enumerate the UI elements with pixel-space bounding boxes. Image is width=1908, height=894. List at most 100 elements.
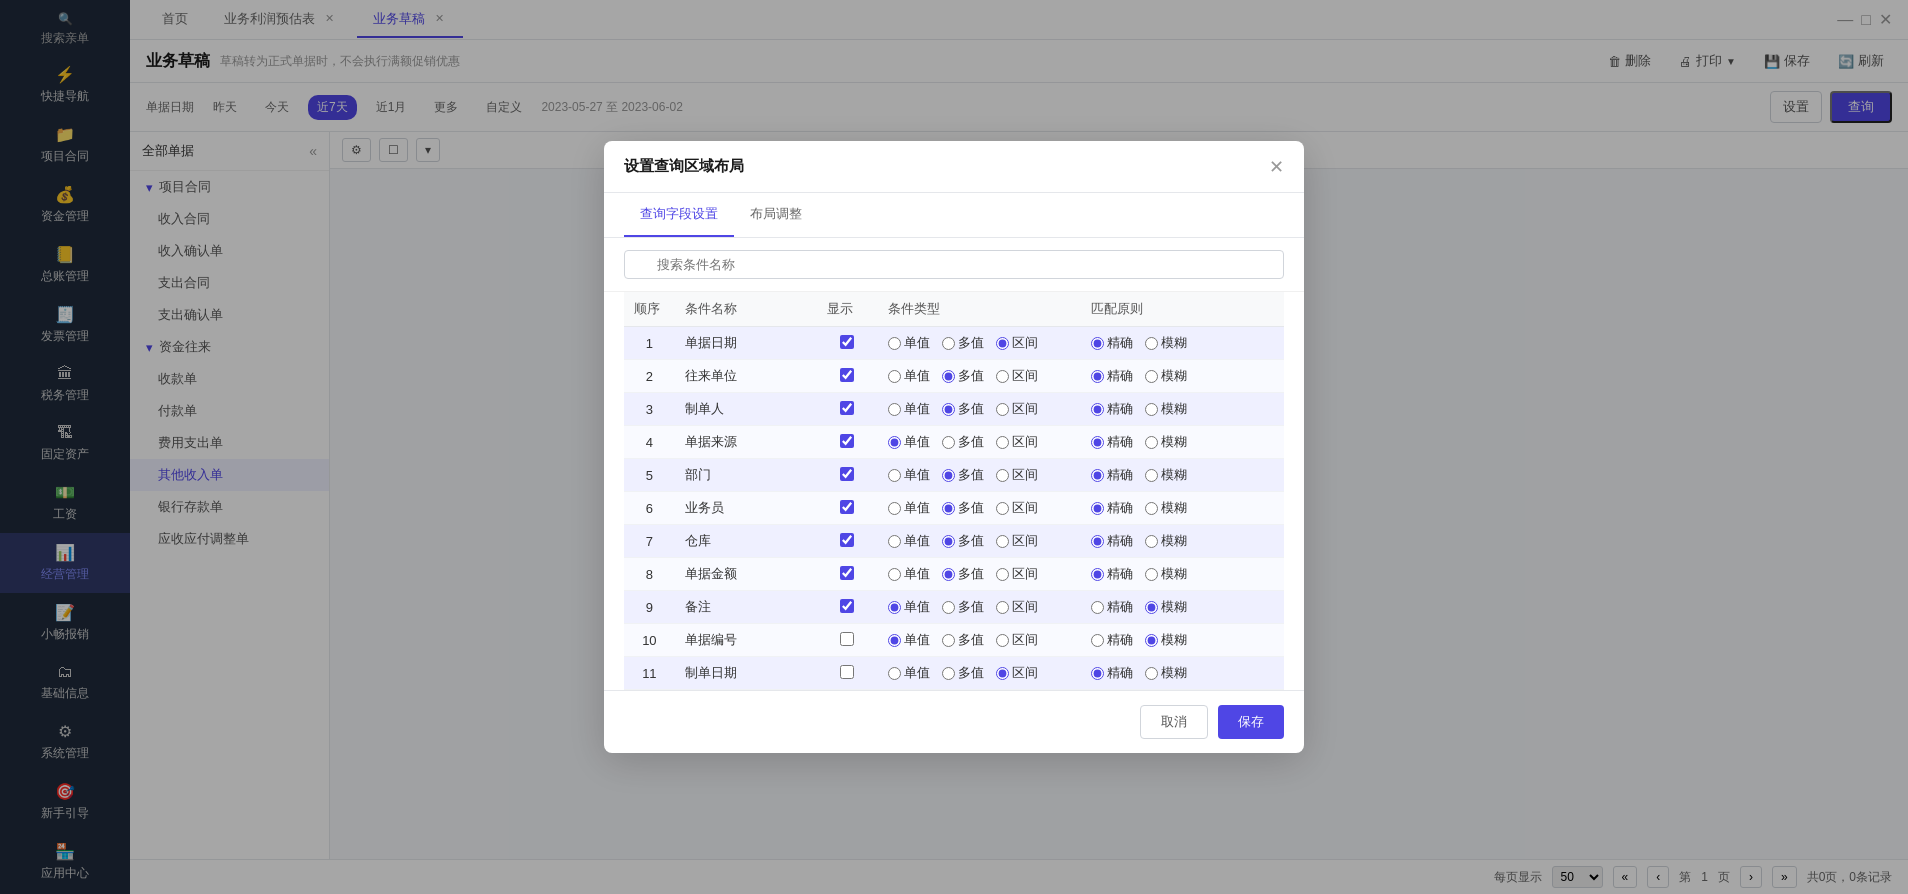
match-radio-item[interactable]: 模糊 <box>1145 334 1187 352</box>
type-radio-input[interactable] <box>888 601 901 614</box>
type-radio-input[interactable] <box>888 469 901 482</box>
match-radio-item[interactable]: 模糊 <box>1145 565 1187 583</box>
type-radio-item[interactable]: 区间 <box>996 433 1038 451</box>
match-radio-item[interactable]: 模糊 <box>1145 664 1187 682</box>
match-radio-item[interactable]: 精确 <box>1091 400 1133 418</box>
match-radio-input[interactable] <box>1091 601 1104 614</box>
type-radio-item[interactable]: 单值 <box>888 433 930 451</box>
show-checkbox[interactable] <box>840 335 854 349</box>
type-radio-item[interactable]: 单值 <box>888 334 930 352</box>
type-radio-item[interactable]: 区间 <box>996 631 1038 649</box>
type-radio-item[interactable]: 多值 <box>942 499 984 517</box>
type-radio-item[interactable]: 多值 <box>942 565 984 583</box>
type-radio-item[interactable]: 多值 <box>942 466 984 484</box>
type-radio-item[interactable]: 多值 <box>942 433 984 451</box>
cancel-button[interactable]: 取消 <box>1140 705 1208 739</box>
show-checkbox[interactable] <box>840 500 854 514</box>
match-radio-item[interactable]: 精确 <box>1091 565 1133 583</box>
type-radio-input[interactable] <box>942 469 955 482</box>
type-radio-item[interactable]: 区间 <box>996 367 1038 385</box>
type-radio-input[interactable] <box>942 403 955 416</box>
match-radio-item[interactable]: 精确 <box>1091 367 1133 385</box>
show-checkbox[interactable] <box>840 368 854 382</box>
match-radio-input[interactable] <box>1145 436 1158 449</box>
type-radio-input[interactable] <box>942 535 955 548</box>
type-radio-input[interactable] <box>888 502 901 515</box>
type-radio-input[interactable] <box>888 337 901 350</box>
type-radio-item[interactable]: 多值 <box>942 367 984 385</box>
type-radio-item[interactable]: 区间 <box>996 334 1038 352</box>
show-checkbox[interactable] <box>840 665 854 679</box>
match-radio-input[interactable] <box>1145 502 1158 515</box>
match-radio-input[interactable] <box>1145 469 1158 482</box>
match-radio-item[interactable]: 精确 <box>1091 532 1133 550</box>
type-radio-item[interactable]: 单值 <box>888 400 930 418</box>
type-radio-input[interactable] <box>996 535 1009 548</box>
type-radio-item[interactable]: 多值 <box>942 598 984 616</box>
show-checkbox-wrapper[interactable] <box>827 665 868 682</box>
type-radio-item[interactable]: 单值 <box>888 631 930 649</box>
show-checkbox-wrapper[interactable] <box>827 401 868 418</box>
match-radio-item[interactable]: 精确 <box>1091 664 1133 682</box>
match-radio-item[interactable]: 精确 <box>1091 334 1133 352</box>
type-radio-input[interactable] <box>888 370 901 383</box>
match-radio-input[interactable] <box>1091 370 1104 383</box>
match-radio-input[interactable] <box>1091 634 1104 647</box>
match-radio-item[interactable]: 精确 <box>1091 466 1133 484</box>
type-radio-input[interactable] <box>942 337 955 350</box>
match-radio-input[interactable] <box>1091 436 1104 449</box>
type-radio-input[interactable] <box>888 535 901 548</box>
type-radio-input[interactable] <box>888 436 901 449</box>
type-radio-item[interactable]: 单值 <box>888 367 930 385</box>
match-radio-input[interactable] <box>1091 502 1104 515</box>
modal-tab-fieldset[interactable]: 查询字段设置 <box>624 193 734 237</box>
show-checkbox[interactable] <box>840 566 854 580</box>
match-radio-input[interactable] <box>1145 601 1158 614</box>
type-radio-item[interactable]: 区间 <box>996 499 1038 517</box>
type-radio-item[interactable]: 多值 <box>942 532 984 550</box>
show-checkbox[interactable] <box>840 401 854 415</box>
type-radio-item[interactable]: 多值 <box>942 631 984 649</box>
match-radio-input[interactable] <box>1145 667 1158 680</box>
match-radio-item[interactable]: 模糊 <box>1145 466 1187 484</box>
match-radio-item[interactable]: 模糊 <box>1145 532 1187 550</box>
type-radio-item[interactable]: 多值 <box>942 664 984 682</box>
match-radio-input[interactable] <box>1091 337 1104 350</box>
match-radio-input[interactable] <box>1145 337 1158 350</box>
type-radio-input[interactable] <box>996 337 1009 350</box>
type-radio-item[interactable]: 单值 <box>888 532 930 550</box>
type-radio-item[interactable]: 区间 <box>996 598 1038 616</box>
type-radio-input[interactable] <box>996 370 1009 383</box>
type-radio-input[interactable] <box>996 436 1009 449</box>
match-radio-item[interactable]: 模糊 <box>1145 631 1187 649</box>
type-radio-input[interactable] <box>942 601 955 614</box>
show-checkbox-wrapper[interactable] <box>827 434 868 451</box>
type-radio-input[interactable] <box>888 568 901 581</box>
modal-save-button[interactable]: 保存 <box>1218 705 1284 739</box>
match-radio-item[interactable]: 精确 <box>1091 598 1133 616</box>
type-radio-item[interactable]: 多值 <box>942 400 984 418</box>
match-radio-item[interactable]: 精确 <box>1091 631 1133 649</box>
show-checkbox-wrapper[interactable] <box>827 335 868 352</box>
type-radio-input[interactable] <box>888 403 901 416</box>
type-radio-input[interactable] <box>942 502 955 515</box>
match-radio-input[interactable] <box>1145 568 1158 581</box>
type-radio-input[interactable] <box>996 601 1009 614</box>
show-checkbox[interactable] <box>840 632 854 646</box>
type-radio-input[interactable] <box>996 469 1009 482</box>
type-radio-item[interactable]: 多值 <box>942 334 984 352</box>
match-radio-input[interactable] <box>1091 403 1104 416</box>
match-radio-input[interactable] <box>1145 370 1158 383</box>
match-radio-input[interactable] <box>1145 634 1158 647</box>
modal-search-input[interactable] <box>624 250 1284 279</box>
match-radio-item[interactable]: 精确 <box>1091 433 1133 451</box>
match-radio-input[interactable] <box>1091 568 1104 581</box>
show-checkbox-wrapper[interactable] <box>827 467 868 484</box>
show-checkbox[interactable] <box>840 467 854 481</box>
type-radio-input[interactable] <box>942 667 955 680</box>
match-radio-item[interactable]: 模糊 <box>1145 400 1187 418</box>
show-checkbox[interactable] <box>840 533 854 547</box>
match-radio-input[interactable] <box>1145 403 1158 416</box>
match-radio-item[interactable]: 模糊 <box>1145 367 1187 385</box>
type-radio-input[interactable] <box>888 634 901 647</box>
